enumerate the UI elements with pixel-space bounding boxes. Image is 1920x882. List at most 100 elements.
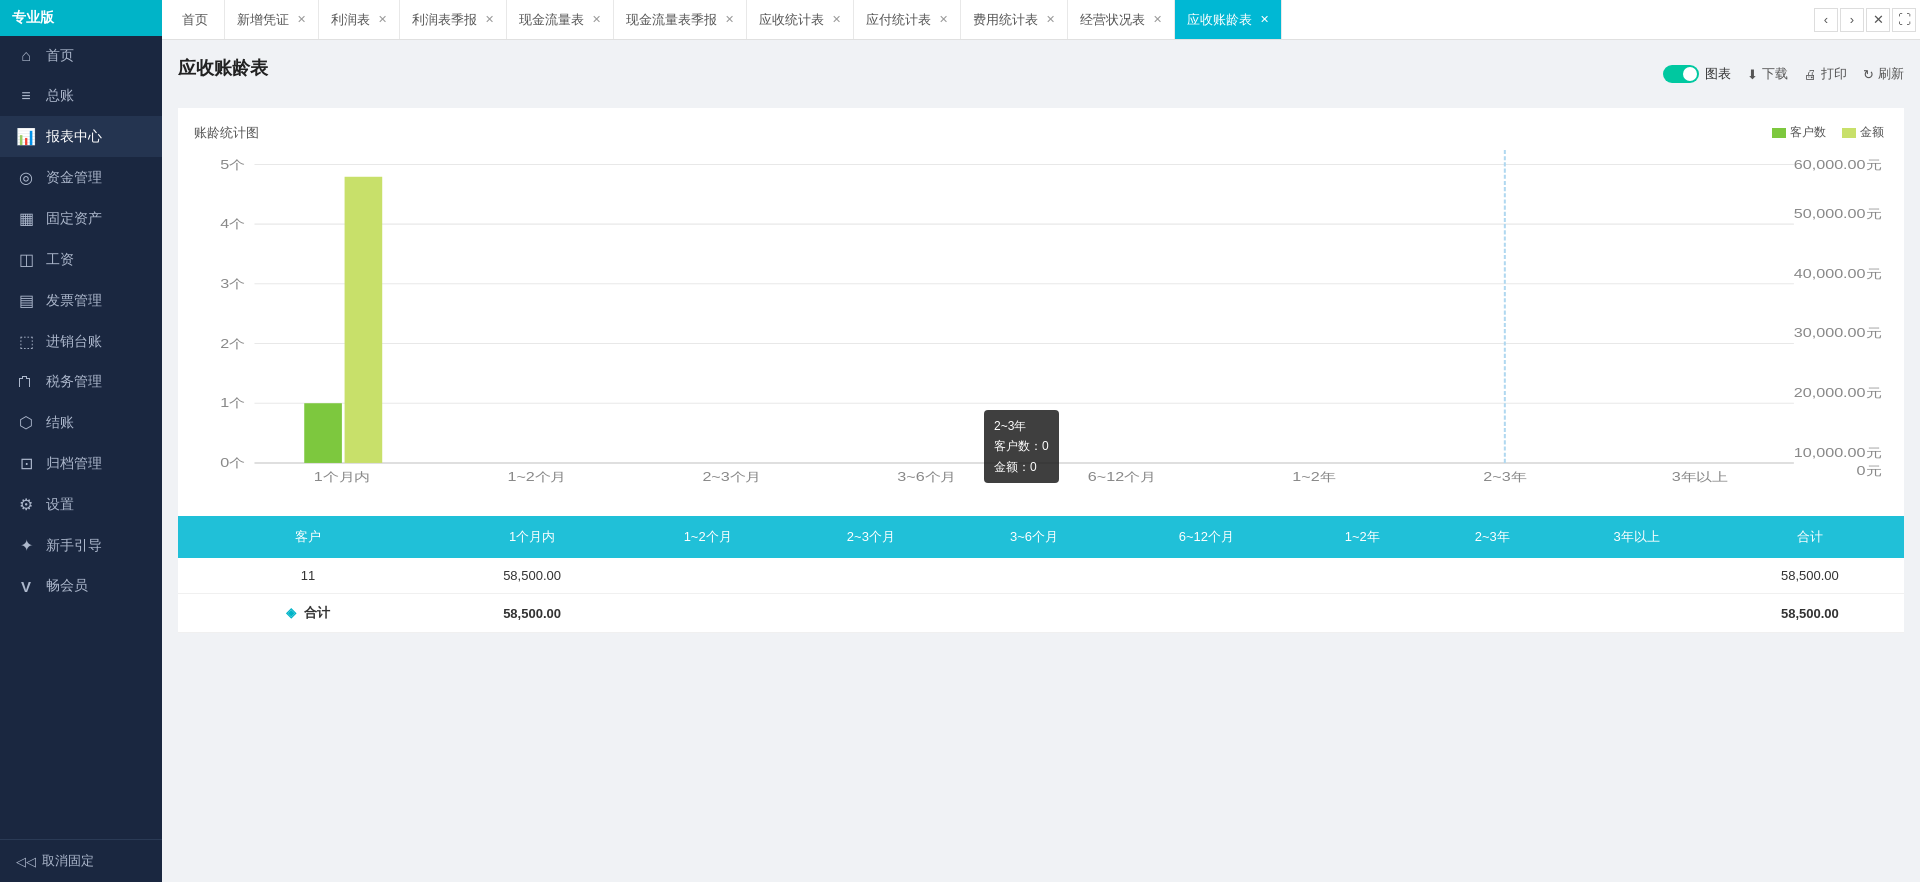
tab-nav-buttons: ‹ › ✕ ⛶	[1814, 8, 1916, 32]
tab-label-cashflow: 现金流量表	[519, 11, 584, 29]
legend-label-customer: 客户数	[1790, 124, 1826, 141]
sidebar-item-guide[interactable]: ✦ 新手引导	[0, 525, 162, 566]
sidebar-item-vip[interactable]: V 畅会员	[0, 566, 162, 606]
legend-amount: 金额	[1842, 124, 1884, 141]
pin-label: 取消固定	[42, 852, 94, 870]
chart-toggle[interactable]: 图表	[1663, 65, 1731, 83]
cell-y12	[1297, 558, 1427, 594]
bar-green-1	[304, 403, 342, 463]
tab-close-business[interactable]: ✕	[1153, 13, 1162, 26]
main-area: 首页 新增凭证 ✕ 利润表 ✕ 利润表季报 ✕ 现金流量表 ✕ 现金流量表季报 …	[162, 0, 1920, 882]
sidebar-label-guide: 新手引导	[46, 537, 102, 555]
sidebar-item-ledger[interactable]: ≡ 总账	[0, 76, 162, 116]
tab-close-ar-aging[interactable]: ✕	[1260, 13, 1269, 26]
sidebar-label-stock: 进销台账	[46, 333, 102, 351]
cell-total-m12	[626, 594, 789, 633]
th-y23: 2~3年	[1427, 516, 1557, 558]
settings-icon: ⚙	[16, 495, 36, 514]
sidebar-label-payroll: 工资	[46, 251, 74, 269]
cell-m23	[789, 558, 952, 594]
tab-close-cashflow[interactable]: ✕	[592, 13, 601, 26]
th-y12: 1~2年	[1297, 516, 1427, 558]
app-logo: 专业版	[0, 0, 162, 36]
tab-cashflow-q[interactable]: 现金流量表季报 ✕	[614, 0, 747, 40]
chart-legend: 客户数 金额	[1772, 124, 1884, 141]
toggle-track[interactable]	[1663, 65, 1699, 83]
tab-close-voucher[interactable]: ✕	[297, 13, 306, 26]
tab-next-button[interactable]: ›	[1840, 8, 1864, 32]
sidebar-item-settings[interactable]: ⚙ 设置	[0, 484, 162, 525]
tab-label-voucher: 新增凭证	[237, 11, 289, 29]
sidebar-label-closing: 结账	[46, 414, 74, 432]
sidebar-item-payroll[interactable]: ◫ 工资	[0, 239, 162, 280]
sidebar-item-home[interactable]: ⌂ 首页	[0, 36, 162, 76]
th-y3plus: 3年以上	[1557, 516, 1716, 558]
tab-business[interactable]: 经营状况表 ✕	[1068, 0, 1175, 40]
tab-expense[interactable]: 费用统计表 ✕	[961, 0, 1068, 40]
cell-m1: 58,500.00	[438, 558, 626, 594]
svg-text:50,000.00元: 50,000.00元	[1794, 207, 1881, 221]
tab-label-ar-aging: 应收账龄表	[1187, 11, 1252, 29]
tab-close-ap-stat[interactable]: ✕	[939, 13, 948, 26]
toggle-thumb	[1683, 67, 1697, 81]
sidebar-pin-toggle[interactable]: ◁◁ 取消固定	[0, 839, 162, 882]
tab-close-profit-q[interactable]: ✕	[485, 13, 494, 26]
pin-icon: ◁◁	[16, 854, 36, 869]
guide-icon: ✦	[16, 536, 36, 555]
tab-ar-aging[interactable]: 应收账龄表 ✕	[1175, 0, 1282, 40]
print-button[interactable]: 🖨 打印	[1804, 65, 1847, 83]
tab-close-ar-stat[interactable]: ✕	[832, 13, 841, 26]
svg-text:2~3个月: 2~3个月	[702, 470, 761, 484]
sidebar-item-closing[interactable]: ⬡ 结账	[0, 402, 162, 443]
total-icon: ◈	[286, 605, 296, 620]
sidebar-label-vip: 畅会员	[46, 577, 88, 595]
sidebar-item-assets[interactable]: ▦ 固定资产	[0, 198, 162, 239]
tab-profit-q[interactable]: 利润表季报 ✕	[400, 0, 507, 40]
tab-profit[interactable]: 利润表 ✕	[319, 0, 400, 40]
payroll-icon: ◫	[16, 250, 36, 269]
tab-ap-stat[interactable]: 应付统计表 ✕	[854, 0, 961, 40]
chart-title: 账龄统计图	[194, 124, 1888, 142]
tab-fullscreen-button[interactable]: ⛶	[1892, 8, 1916, 32]
sidebar-item-tax[interactable]: ⛫ 税务管理	[0, 362, 162, 402]
cell-total: 58,500.00	[1716, 558, 1904, 594]
svg-text:10,000.00元: 10,000.00元	[1794, 446, 1881, 460]
bar-light-1	[345, 177, 383, 463]
invoice-icon: ▤	[16, 291, 36, 310]
cell-total-y12	[1297, 594, 1427, 633]
sidebar-label-invoice: 发票管理	[46, 292, 102, 310]
tab-prev-button[interactable]: ‹	[1814, 8, 1838, 32]
sidebar-item-funds[interactable]: ◎ 资金管理	[0, 157, 162, 198]
sidebar-item-reports[interactable]: 📊 报表中心	[0, 116, 162, 157]
svg-text:6~12个月: 6~12个月	[1088, 470, 1156, 484]
svg-text:40,000.00元: 40,000.00元	[1794, 266, 1881, 280]
tab-close-all-button[interactable]: ✕	[1866, 8, 1890, 32]
page-content: 应收账龄表 图表 ⬇ 下载 🖨 打印 ↻ 刷新	[162, 40, 1920, 882]
print-icon: 🖨	[1804, 67, 1817, 82]
tab-home[interactable]: 首页	[166, 0, 225, 40]
sidebar-label-tax: 税务管理	[46, 373, 102, 391]
sidebar-item-archive[interactable]: ⊡ 归档管理	[0, 443, 162, 484]
tab-cashflow[interactable]: 现金流量表 ✕	[507, 0, 614, 40]
ledger-icon: ≡	[16, 87, 36, 105]
cell-m12	[626, 558, 789, 594]
tab-ar-stat[interactable]: 应收统计表 ✕	[747, 0, 854, 40]
svg-text:2~3年: 2~3年	[1483, 470, 1526, 484]
sidebar-item-invoice[interactable]: ▤ 发票管理	[0, 280, 162, 321]
legend-customer: 客户数	[1772, 124, 1826, 141]
svg-text:20,000.00元: 20,000.00元	[1794, 386, 1881, 400]
download-button[interactable]: ⬇ 下载	[1747, 65, 1788, 83]
cell-total-total: 58,500.00	[1716, 594, 1904, 633]
tab-close-profit[interactable]: ✕	[378, 13, 387, 26]
tab-close-cashflow-q[interactable]: ✕	[725, 13, 734, 26]
svg-text:1~2个月: 1~2个月	[507, 470, 566, 484]
svg-text:2个: 2个	[220, 336, 245, 350]
refresh-button[interactable]: ↻ 刷新	[1863, 65, 1904, 83]
cell-total-m36	[952, 594, 1115, 633]
cell-y3plus	[1557, 558, 1716, 594]
tab-close-expense[interactable]: ✕	[1046, 13, 1055, 26]
print-label: 打印	[1821, 65, 1847, 83]
sidebar-item-stock[interactable]: ⬚ 进销台账	[0, 321, 162, 362]
svg-text:30,000.00元: 30,000.00元	[1794, 326, 1881, 340]
tab-voucher[interactable]: 新增凭证 ✕	[225, 0, 319, 40]
